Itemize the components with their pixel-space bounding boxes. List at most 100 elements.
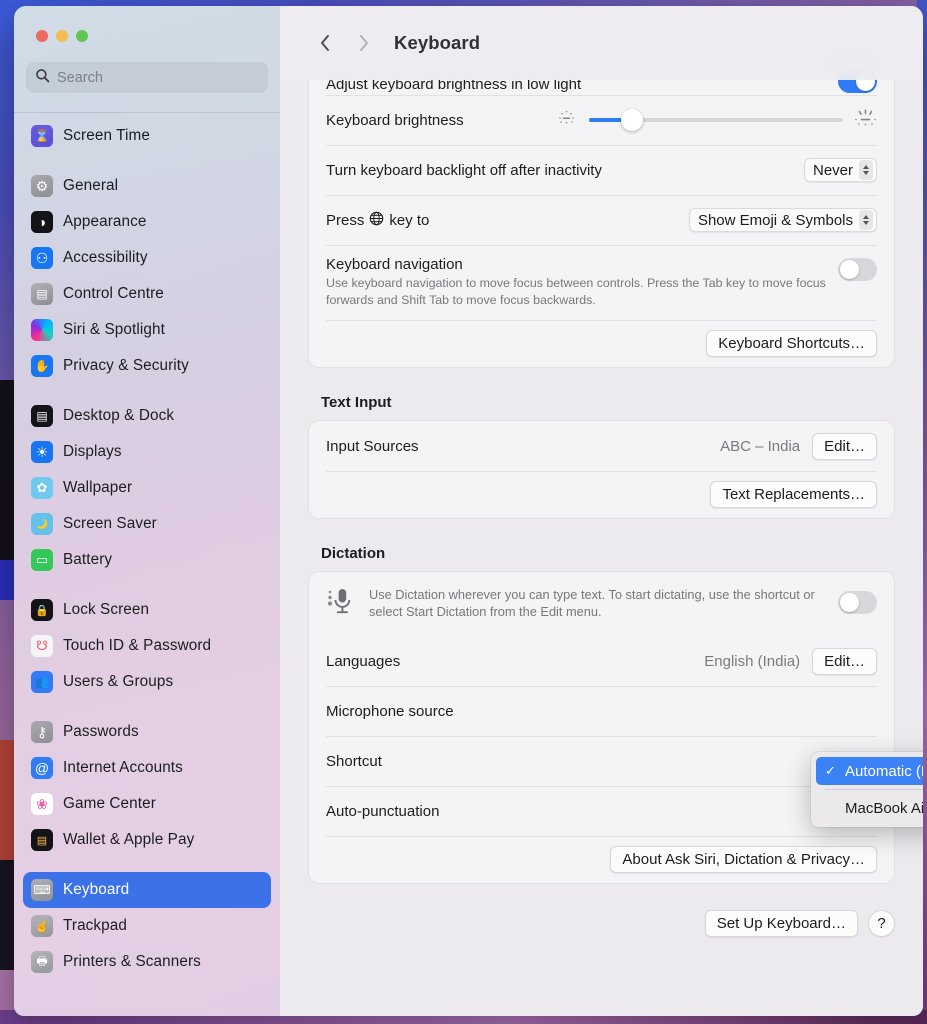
wallpaper-blotch-1	[0, 380, 14, 560]
row-languages[interactable]: Languages English (India) Edit…	[309, 636, 894, 686]
brightness-track[interactable]	[589, 109, 843, 131]
sidebar-item-displays[interactable]: ☀ Displays	[23, 434, 271, 470]
sidebar-item-touch-id-password[interactable]: ☋ Touch ID & Password	[23, 628, 271, 664]
sidebar-item-label: Printers & Scanners	[63, 953, 201, 970]
row-auto-punctuation[interactable]: Auto-punctuation	[309, 786, 894, 836]
sidebar-item-siri-spotlight[interactable]: Siri & Spotlight	[23, 312, 271, 348]
dictation-toggle[interactable]	[838, 591, 877, 614]
row-shortcut[interactable]: Shortcut	[309, 736, 894, 786]
sidebar-item-privacy-security[interactable]: ✋ Privacy & Security	[23, 348, 271, 384]
zoom-button[interactable]	[76, 30, 88, 42]
keyboard-navigation-description: Use keyboard navigation to move focus be…	[326, 276, 826, 307]
hand-icon: ✋	[31, 355, 53, 377]
sidebar-item-label: Screen Time	[63, 127, 150, 144]
languages-edit-button[interactable]: Edit…	[812, 647, 877, 675]
wallpaper-blotch-2	[0, 560, 14, 600]
sidebar-nav-list: ⌛ Screen Time ⚙ General ◑ Appearance ⚇ Accessib…	[14, 118, 280, 980]
languages-label: Languages	[326, 652, 401, 670]
backlight-off-value: Never	[812, 161, 853, 179]
sidebar-item-general[interactable]: ⚙ General	[23, 168, 271, 204]
row-keyboard-shortcuts: Keyboard Shortcuts…	[309, 320, 894, 367]
microphone-icon	[326, 585, 356, 623]
dropdown-item[interactable]: MacBook Air Microphone	[816, 794, 923, 822]
brightness-high-icon	[854, 108, 877, 132]
sidebar-item-passwords[interactable]: ⚷ Passwords	[23, 714, 271, 750]
sidebar-item-label: Internet Accounts	[63, 759, 183, 776]
row-keyboard-navigation[interactable]: Keyboard navigation Use keyboard navigat…	[309, 245, 894, 320]
sidebar-item-wallpaper[interactable]: ✿ Wallpaper	[23, 470, 271, 506]
page-title: Keyboard	[394, 32, 481, 53]
dropdown-item[interactable]: ✓ Automatic (MacBook Air Microphone)	[816, 757, 923, 785]
sidebar-item-lock-screen[interactable]: 🔒 Lock Screen	[23, 592, 271, 628]
close-button[interactable]	[36, 30, 48, 42]
keyboard-brightness-slider[interactable]	[557, 108, 877, 132]
keyboard-icon: ⌨	[31, 879, 53, 901]
brightness-low-icon	[557, 109, 578, 131]
keyboard-navigation-toggle[interactable]	[838, 258, 877, 281]
input-sources-edit-button[interactable]: Edit…	[812, 432, 877, 460]
sidebar-item-label: Siri & Spotlight	[63, 321, 165, 338]
search-input[interactable]	[57, 69, 259, 86]
sidebar-item-trackpad[interactable]: ☝ Trackpad	[23, 908, 271, 944]
forward-button[interactable]	[344, 26, 382, 60]
row-keyboard-brightness[interactable]: Keyboard brightness	[309, 95, 894, 145]
sidebar-item-label: Control Centre	[63, 285, 164, 302]
lock-icon: 🔒	[31, 599, 53, 621]
back-button[interactable]	[306, 26, 344, 60]
row-about-privacy: About Ask Siri, Dictation & Privacy…	[309, 836, 894, 883]
sidebar-item-label: Appearance	[63, 213, 147, 230]
users-icon: 👥	[31, 671, 53, 693]
sidebar-item-game-center[interactable]: ❀ Game Center	[23, 786, 271, 822]
sidebar-item-appearance[interactable]: ◑ Appearance	[23, 204, 271, 240]
sidebar-item-label: Lock Screen	[63, 601, 150, 618]
sidebar-item-screen-time[interactable]: ⌛ Screen Time	[23, 118, 271, 154]
about-ask-siri-button[interactable]: About Ask Siri, Dictation & Privacy…	[610, 846, 877, 873]
globe-key-select[interactable]: Show Emoji & Symbols	[688, 208, 877, 232]
wallet-icon: ▤	[31, 829, 53, 851]
sidebar-item-control-centre[interactable]: ▤ Control Centre	[23, 276, 271, 312]
sidebar-item-label: Screen Saver	[63, 515, 157, 532]
sidebar-item-internet-accounts[interactable]: @ Internet Accounts	[23, 750, 271, 786]
brightness-thumb[interactable]	[621, 109, 644, 131]
input-sources-label: Input Sources	[326, 437, 419, 455]
search-field[interactable]	[26, 62, 268, 93]
row-microphone-source[interactable]: Microphone source	[309, 686, 894, 736]
microphone-source-dropdown-menu[interactable]: ✓ Automatic (MacBook Air Microphone) MacBo…	[811, 752, 923, 827]
shortcut-label: Shortcut	[326, 752, 382, 770]
sidebar-item-screen-saver[interactable]: 🌙 Screen Saver	[23, 506, 271, 542]
game-center-icon: ❀	[31, 793, 53, 815]
row-input-sources[interactable]: Input Sources ABC – India Edit…	[309, 421, 894, 471]
sidebar-item-wallet-apple-pay[interactable]: ▤ Wallet & Apple Pay	[23, 822, 271, 858]
sidebar-item-label: General	[63, 177, 119, 194]
search-icon	[35, 68, 50, 88]
help-button[interactable]: ?	[868, 910, 895, 937]
set-up-keyboard-button[interactable]: Set Up Keyboard…	[704, 910, 858, 937]
sidebar-item-printers-scanners[interactable]: 🖶 Printers & Scanners	[23, 944, 271, 980]
window-traffic-lights	[14, 6, 280, 42]
sidebar-item-accessibility[interactable]: ⚇ Accessibility	[23, 240, 271, 276]
row-globe-key[interactable]: Press key to Show Emoji & Symbols	[309, 195, 894, 245]
dictation-description: Use Dictation wherever you can type text…	[369, 587, 815, 620]
row-backlight-off[interactable]: Turn keyboard backlight off after inacti…	[309, 145, 894, 195]
minimize-button[interactable]	[56, 30, 68, 42]
text-replacements-button[interactable]: Text Replacements…	[710, 481, 877, 508]
sidebar-item-battery[interactable]: ▭ Battery	[23, 542, 271, 578]
at-sign-icon: @	[31, 757, 53, 779]
text-input-group: Input Sources ABC – India Edit… Text Rep…	[308, 420, 895, 519]
keyboard-navigation-label: Keyboard navigation	[326, 256, 463, 273]
sidebar-item-keyboard[interactable]: ⌨ Keyboard	[23, 872, 271, 908]
sidebar-scroll-area[interactable]: ⌛ Screen Time ⚙ General ◑ Appearance ⚇ Accessib…	[14, 118, 280, 1016]
wallpaper-blotch-4	[0, 860, 14, 970]
keyboard-shortcuts-button[interactable]: Keyboard Shortcuts…	[706, 330, 877, 357]
settings-scroll-content[interactable]: Adjust keyboard brightness in low light …	[280, 6, 923, 1016]
sidebar-item-users-groups[interactable]: 👥 Users & Groups	[23, 664, 271, 700]
battery-icon: ▭	[31, 549, 53, 571]
backlight-off-select[interactable]: Never	[803, 158, 877, 182]
keyboard-brightness-label: Keyboard brightness	[326, 111, 464, 129]
sidebar-item-label: Displays	[63, 443, 122, 460]
dropdown-item-label: Automatic (MacBook Air Microphone)	[845, 762, 923, 780]
sidebar-item-desktop-dock[interactable]: ▤ Desktop & Dock	[23, 398, 271, 434]
sidebar-item-label: Passwords	[63, 723, 139, 740]
